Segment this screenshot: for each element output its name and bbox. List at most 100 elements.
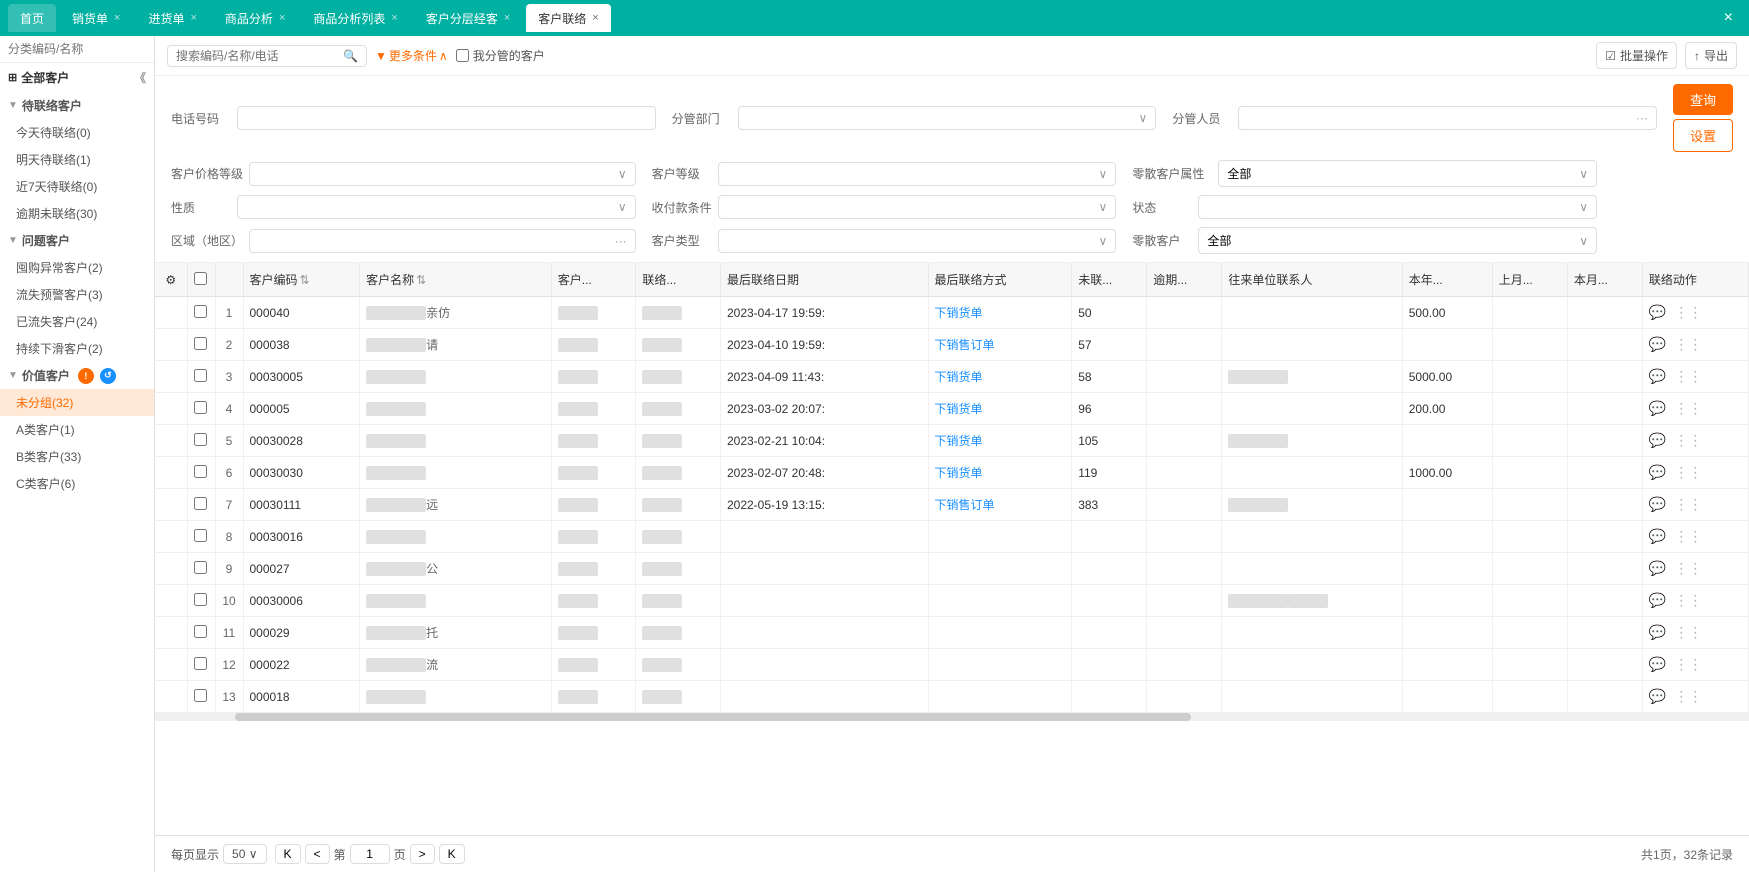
menu-icon[interactable]: ⋮⋮ — [1674, 336, 1702, 353]
payment-select[interactable]: ∨ — [718, 195, 1117, 219]
scroll-indicator[interactable] — [155, 713, 1749, 721]
tab-product-list-close[interactable]: × — [391, 12, 397, 24]
tab-home[interactable]: 首页 — [8, 4, 56, 32]
td-checkbox[interactable] — [187, 457, 215, 489]
row-checkbox[interactable] — [194, 497, 207, 510]
td-last-method[interactable]: 下销售订单 — [928, 489, 1072, 521]
contact-method-link[interactable]: 下销货单 — [935, 306, 983, 320]
tab-purchase-close[interactable]: × — [190, 12, 196, 24]
row-checkbox[interactable] — [194, 657, 207, 670]
chat-icon[interactable]: 💬 — [1649, 400, 1666, 417]
sidebar-group-value[interactable]: ▼ 价值客户 ! ↺ — [0, 362, 154, 389]
menu-icon[interactable]: ⋮⋮ — [1674, 368, 1702, 385]
filter-search-box[interactable]: 🔍 — [167, 45, 367, 67]
tab-customer-contact[interactable]: 客户联络 × — [526, 4, 610, 32]
td-last-method[interactable]: 下销售订单 — [928, 329, 1072, 361]
td-last-method[interactable]: 下销货单 — [928, 393, 1072, 425]
sidebar-group-pending[interactable]: ▼ 待联络客户 — [0, 92, 154, 119]
cust-type-select[interactable]: ∨ — [718, 229, 1117, 253]
export-button[interactable]: ↑ 导出 — [1685, 42, 1737, 69]
chat-icon[interactable]: 💬 — [1649, 432, 1666, 449]
th-name[interactable]: 客户名称⇅ — [360, 263, 552, 297]
row-checkbox[interactable] — [194, 529, 207, 542]
tab-product-analysis[interactable]: 商品分析 × — [213, 4, 297, 32]
td-checkbox[interactable] — [187, 297, 215, 329]
sidebar-item-class-a[interactable]: A类客户(1) — [0, 416, 154, 443]
td-checkbox[interactable] — [187, 393, 215, 425]
phone-input[interactable] — [237, 106, 656, 130]
chat-icon[interactable]: 💬 — [1649, 592, 1666, 609]
row-checkbox[interactable] — [194, 465, 207, 478]
sidebar-item-declining[interactable]: 持续下滑客户(2) — [0, 335, 154, 362]
sidebar-item-overdue[interactable]: 逾期未联络(30) — [0, 200, 154, 227]
td-last-method[interactable] — [928, 681, 1072, 713]
sidebar-item-loss-warning[interactable]: 流失预警客户(3) — [0, 281, 154, 308]
filter-search-icon[interactable]: 🔍 — [343, 49, 358, 63]
row-checkbox[interactable] — [194, 369, 207, 382]
retail-attr-select[interactable]: 全部 ∨ — [1218, 160, 1597, 187]
contact-method-link[interactable]: 下销售订单 — [935, 498, 995, 512]
sidebar-item-class-b[interactable]: B类客户(33) — [0, 443, 154, 470]
sidebar-search-input[interactable] — [8, 42, 155, 56]
menu-icon[interactable]: ⋮⋮ — [1674, 560, 1702, 577]
retail-cust-select[interactable]: 全部 ∨ — [1198, 227, 1597, 254]
page-size-select[interactable]: 50 ∨ — [223, 844, 267, 864]
row-checkbox[interactable] — [194, 337, 207, 350]
chat-icon[interactable]: 💬 — [1649, 368, 1666, 385]
td-checkbox[interactable] — [187, 329, 215, 361]
tab-product-list[interactable]: 商品分析列表 × — [301, 4, 409, 32]
th-code[interactable]: 客户编码⇅ — [243, 263, 360, 297]
menu-icon[interactable]: ⋮⋮ — [1674, 400, 1702, 417]
batch-operations-button[interactable]: ☑ 批量操作 — [1596, 42, 1677, 69]
td-checkbox[interactable] — [187, 617, 215, 649]
row-checkbox[interactable] — [194, 593, 207, 606]
menu-icon[interactable]: ⋮⋮ — [1674, 624, 1702, 641]
select-all-checkbox[interactable] — [194, 272, 207, 285]
td-last-method[interactable] — [928, 649, 1072, 681]
td-last-method[interactable]: 下销货单 — [928, 425, 1072, 457]
nature-select[interactable]: ∨ — [237, 195, 636, 219]
th-settings[interactable]: ⚙ — [155, 263, 187, 297]
cust-level-select[interactable]: ∨ — [718, 162, 1117, 186]
tab-customer-tier[interactable]: 客户分层经客 × — [414, 4, 522, 32]
chat-icon[interactable]: 💬 — [1649, 496, 1666, 513]
menu-icon[interactable]: ⋮⋮ — [1674, 304, 1702, 321]
row-checkbox[interactable] — [194, 305, 207, 318]
query-button[interactable]: 查询 — [1673, 84, 1733, 115]
contact-method-link[interactable]: 下销售订单 — [935, 338, 995, 352]
sidebar-item-ungroup[interactable]: 未分组(32) — [0, 389, 154, 416]
chat-icon[interactable]: 💬 — [1649, 560, 1666, 577]
sidebar-all-customers[interactable]: ⊞ 全部客户 《 — [0, 63, 154, 92]
tab-customer-contact-close[interactable]: × — [592, 12, 598, 24]
chat-icon[interactable]: 💬 — [1649, 464, 1666, 481]
tab-sales[interactable]: 销货单 × — [60, 4, 132, 32]
region-select[interactable]: ··· — [249, 229, 636, 253]
last-page-button[interactable]: K — [439, 844, 465, 864]
sidebar-group-problem[interactable]: ▼ 问题客户 — [0, 227, 154, 254]
status-select[interactable]: ∨ — [1198, 195, 1597, 219]
menu-icon[interactable]: ⋮⋮ — [1674, 528, 1702, 545]
prev-page-button[interactable]: < — [305, 844, 330, 864]
row-checkbox[interactable] — [194, 625, 207, 638]
td-last-method[interactable]: 下销货单 — [928, 457, 1072, 489]
td-checkbox[interactable] — [187, 681, 215, 713]
sidebar-item-lost[interactable]: 已流失客户(24) — [0, 308, 154, 335]
dept-select[interactable]: ∨ — [738, 106, 1157, 130]
reset-button[interactable]: 设置 — [1673, 119, 1733, 152]
chat-icon[interactable]: 💬 — [1649, 528, 1666, 545]
contact-method-link[interactable]: 下销货单 — [935, 402, 983, 416]
collapse-icon[interactable]: 《 — [134, 69, 146, 86]
menu-icon[interactable]: ⋮⋮ — [1674, 592, 1702, 609]
first-page-button[interactable]: K — [275, 844, 301, 864]
tab-customer-tier-close[interactable]: × — [504, 12, 510, 24]
menu-icon[interactable]: ⋮⋮ — [1674, 688, 1702, 705]
td-checkbox[interactable] — [187, 649, 215, 681]
more-conditions-button[interactable]: ▼ 更多条件 ∧ — [375, 47, 448, 64]
my-customers-checkbox[interactable]: 我分管的客户 — [456, 47, 545, 64]
menu-icon[interactable]: ⋮⋮ — [1674, 496, 1702, 513]
td-checkbox[interactable] — [187, 489, 215, 521]
menu-icon[interactable]: ⋮⋮ — [1674, 656, 1702, 673]
sidebar-search-bar[interactable]: 🔍 — [0, 36, 154, 63]
row-checkbox[interactable] — [194, 433, 207, 446]
td-checkbox[interactable] — [187, 553, 215, 585]
